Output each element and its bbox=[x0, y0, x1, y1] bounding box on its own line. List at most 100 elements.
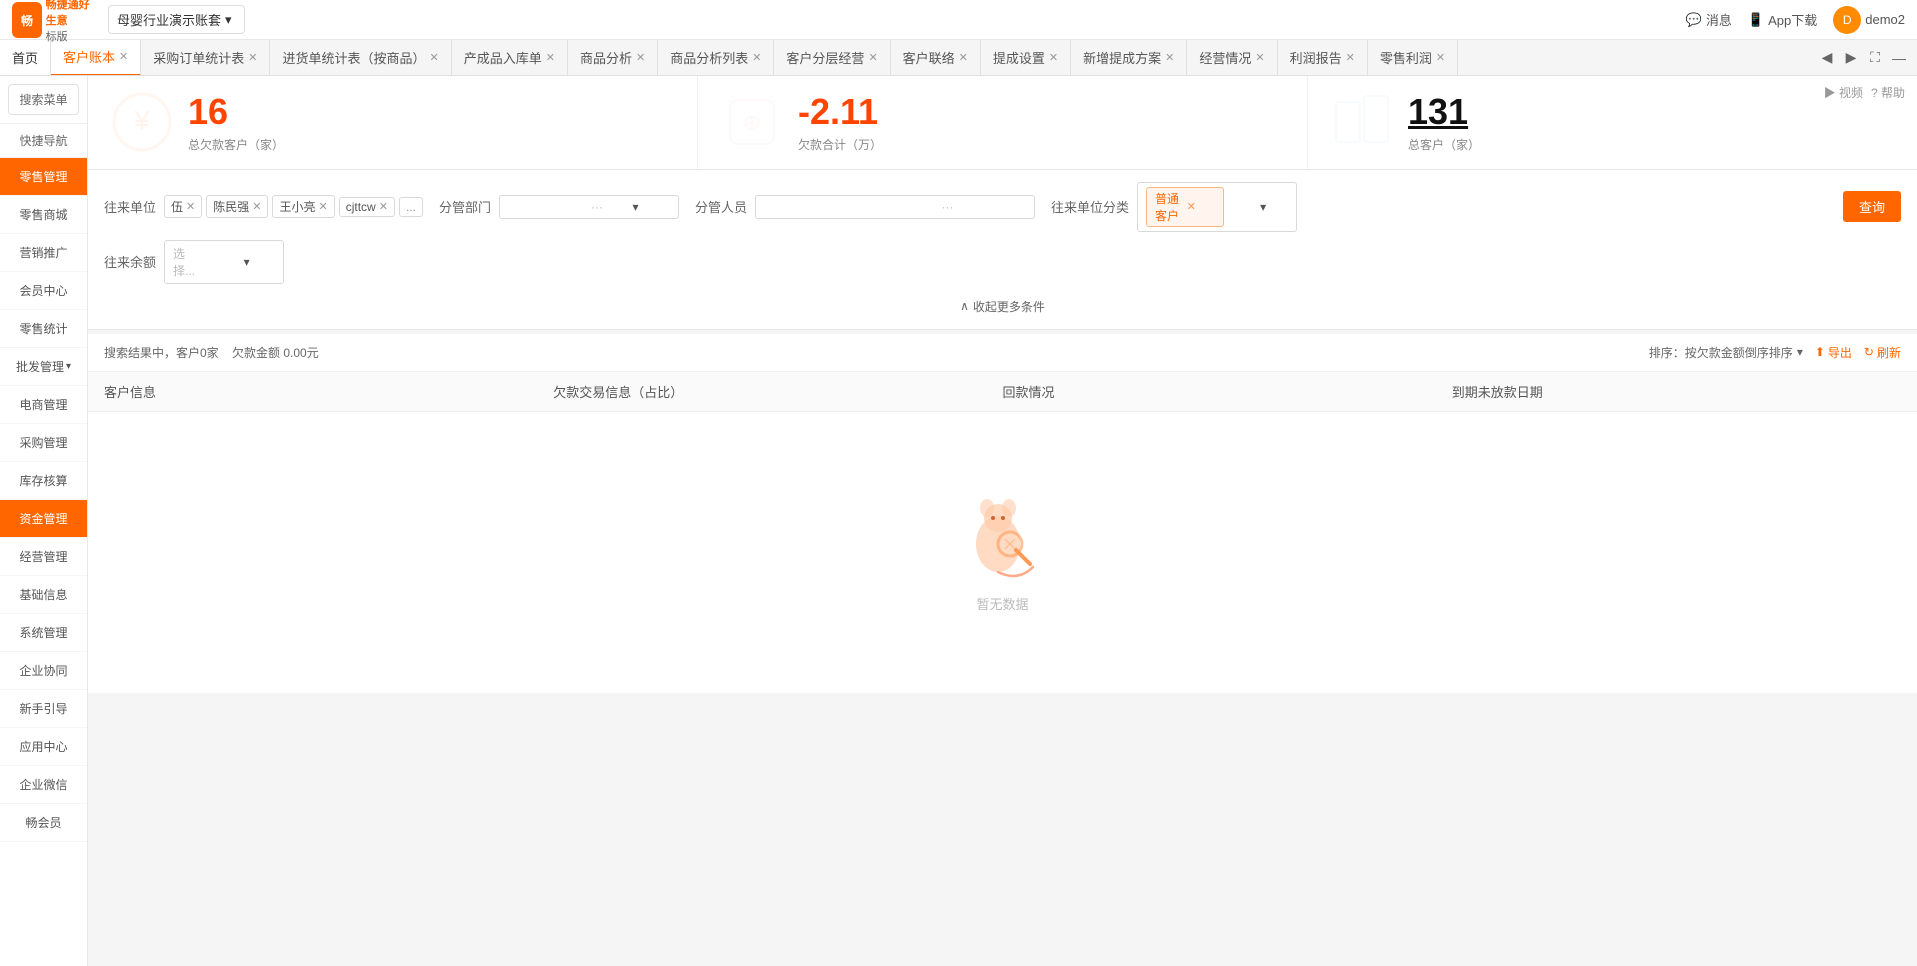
col-repay-info: 回款情况 bbox=[1003, 382, 1452, 401]
tab-product-analysis-list-close[interactable]: ✕ bbox=[752, 51, 761, 64]
logo-icon: 畅 bbox=[12, 2, 42, 38]
sidebar-item-enterprise-wechat[interactable]: 企业微信 bbox=[0, 766, 87, 804]
sidebar-item-retail-mall[interactable]: 零售商城 bbox=[0, 196, 87, 234]
tab-product-analysis[interactable]: 商品分析 ✕ bbox=[568, 40, 658, 76]
sidebar-item-vip-member[interactable]: 畅会员 bbox=[0, 804, 87, 842]
account-selector[interactable]: 母婴行业演示账套 ▾ bbox=[108, 5, 245, 34]
tab-profit-report-close[interactable]: ✕ bbox=[1346, 51, 1355, 64]
sidebar-item-app-center[interactable]: 应用中心 bbox=[0, 728, 87, 766]
quick-nav-btn[interactable]: 快捷导航 bbox=[0, 124, 87, 158]
dept-label: 分管部门 bbox=[439, 197, 491, 216]
sidebar-item-capital-mgmt[interactable]: 资金管理 bbox=[0, 500, 87, 538]
tab-customer-segment-close[interactable]: ✕ bbox=[868, 51, 877, 64]
stat-card-debt: ⊕ -2.11 欠款合计（万） bbox=[698, 76, 1308, 169]
tab-scroll-right[interactable]: ▶ bbox=[1841, 48, 1861, 68]
sidebar-item-member-center[interactable]: 会员中心 bbox=[0, 272, 87, 310]
empty-illustration bbox=[958, 492, 1048, 582]
dept-select[interactable]: ··· ▾ bbox=[499, 195, 679, 219]
sidebar: 搜索菜单 快捷导航 零售管理 零售商城 营销推广 会员中心 零售统计 批发管理 … bbox=[0, 76, 88, 966]
app-download-btn[interactable]: 📱 App下载 bbox=[1748, 10, 1817, 29]
unit-class-label: 往来单位分类 bbox=[1051, 197, 1129, 216]
tab-mention-settings-close[interactable]: ✕ bbox=[1049, 51, 1058, 64]
tab-customer-contact-close[interactable]: ✕ bbox=[959, 51, 968, 64]
sidebar-item-retail-stats[interactable]: 零售统计 bbox=[0, 310, 87, 348]
tab-operation-close[interactable]: ✕ bbox=[1255, 51, 1264, 64]
tab-new-mention-plan[interactable]: 新增提成方案 ✕ bbox=[1071, 40, 1187, 76]
sidebar-item-enterprise-coop[interactable]: 企业协同 bbox=[0, 652, 87, 690]
tab-product-inbound[interactable]: 产成品入库单 ✕ bbox=[452, 40, 568, 76]
tab-customer-segment[interactable]: 客户分层经营 ✕ bbox=[774, 40, 890, 76]
sidebar-item-purchase-mgmt[interactable]: 采购管理 bbox=[0, 424, 87, 462]
remove-normal-customer-tag[interactable]: ✕ bbox=[1187, 200, 1216, 213]
tab-retail-profit-close[interactable]: ✕ bbox=[1436, 51, 1445, 64]
more-tags-btn[interactable]: ... bbox=[399, 197, 423, 217]
sidebar-item-basic-info[interactable]: 基础信息 bbox=[0, 576, 87, 614]
stat-icon-total-customers bbox=[1332, 92, 1392, 152]
tab-purchase-order-stats[interactable]: 采购订单统计表 ✕ bbox=[141, 40, 270, 76]
tab-profit-report[interactable]: 利润报告 ✕ bbox=[1278, 40, 1368, 76]
help-link[interactable]: ? 帮助 bbox=[1871, 84, 1905, 101]
sidebar-item-batch-mgmt[interactable]: 批发管理 ▾ bbox=[0, 348, 87, 386]
tab-new-mention-plan-close[interactable]: ✕ bbox=[1165, 51, 1174, 64]
remove-wangxiaoliang-tag[interactable]: ✕ bbox=[319, 200, 328, 213]
sidebar-item-ecommerce-mgmt[interactable]: 电商管理 bbox=[0, 386, 87, 424]
person-select[interactable]: ··· bbox=[755, 195, 1035, 219]
tab-scroll-left[interactable]: ◀ bbox=[1817, 48, 1837, 68]
tab-product-analysis-close[interactable]: ✕ bbox=[636, 51, 645, 64]
tab-customer-account[interactable]: 客户账本 ✕ bbox=[51, 40, 141, 76]
message-btn[interactable]: 💬 消息 bbox=[1686, 10, 1732, 29]
dept-more-icon: ··· bbox=[591, 200, 629, 214]
tab-product-analysis-list[interactable]: 商品分析列表 ✕ bbox=[658, 40, 774, 76]
sort-selector[interactable]: 排序：按欠款金额倒序排序 ▾ bbox=[1649, 344, 1803, 361]
remove-cjttcw-tag[interactable]: ✕ bbox=[379, 200, 388, 213]
user-profile[interactable]: D demo2 bbox=[1833, 6, 1905, 34]
tab-operation-status[interactable]: 经营情况 ✕ bbox=[1187, 40, 1277, 76]
tab-maximize[interactable]: ⛶ bbox=[1865, 48, 1885, 68]
stat-value-customers: 16 bbox=[188, 92, 673, 132]
tab-product-inbound-close[interactable]: ✕ bbox=[546, 51, 555, 64]
nav-tabs: 首页 客户账本 ✕ 采购订单统计表 ✕ 进货单统计表（按商品） ✕ 产成品入库单… bbox=[0, 40, 1917, 76]
tab-purchase-order-close[interactable]: ✕ bbox=[248, 51, 257, 64]
filter-area: 往来单位 伍 ✕ 陈民强 ✕ 王小亮 ✕ cjttcw bbox=[88, 170, 1917, 330]
query-btn[interactable]: 查询 bbox=[1843, 191, 1901, 222]
sidebar-search-area: 搜索菜单 bbox=[0, 76, 87, 124]
sidebar-item-marketing[interactable]: 营销推广 bbox=[0, 234, 87, 272]
col-debt-info: 欠款交易信息（占比） bbox=[553, 382, 1002, 401]
filter-row-2: 往来余额 选择... ▾ bbox=[104, 240, 1901, 284]
col-due-date: 到期未放款日期 bbox=[1452, 382, 1901, 401]
tab-inbound-stats[interactable]: 进货单统计表（按商品） ✕ bbox=[270, 40, 451, 76]
main-layout: 搜索菜单 快捷导航 零售管理 零售商城 营销推广 会员中心 零售统计 批发管理 … bbox=[0, 76, 1917, 966]
refresh-icon: ↻ bbox=[1864, 345, 1874, 359]
remove-chenminqiang-tag[interactable]: ✕ bbox=[252, 200, 261, 213]
tab-customer-account-close[interactable]: ✕ bbox=[119, 50, 128, 63]
balance-select[interactable]: 选择... ▾ bbox=[164, 240, 284, 284]
export-btn[interactable]: ⬆ 导出 bbox=[1815, 344, 1852, 361]
tab-product-analysis-list-label: 商品分析列表 bbox=[670, 48, 748, 67]
stat-label-customers: 总欠款客户（家） bbox=[188, 136, 673, 153]
sidebar-item-inventory-check[interactable]: 库存核算 bbox=[0, 462, 87, 500]
balance-placeholder: 选择... bbox=[173, 245, 204, 279]
remove-wu-tag[interactable]: ✕ bbox=[186, 200, 195, 213]
table-area: 搜索结果中，客户0家 欠款金额 0.00元 排序：按欠款金额倒序排序 ▾ ⬆ 导… bbox=[88, 334, 1917, 693]
tab-minimize[interactable]: — bbox=[1889, 48, 1909, 68]
sidebar-item-operation-mgmt[interactable]: 经营管理 bbox=[0, 538, 87, 576]
search-menu-btn[interactable]: 搜索菜单 bbox=[8, 84, 79, 115]
tab-inbound-close[interactable]: ✕ bbox=[430, 51, 439, 64]
chevron-icon: ▾ bbox=[66, 361, 71, 372]
refresh-btn[interactable]: ↻ 刷新 bbox=[1864, 344, 1901, 361]
video-link[interactable]: ▶ 视频 bbox=[1824, 84, 1863, 101]
tab-retail-profit-label: 零售利润 bbox=[1380, 48, 1432, 67]
filter-row-1: 往来单位 伍 ✕ 陈民强 ✕ 王小亮 ✕ cjttcw bbox=[104, 182, 1901, 232]
collapse-btn[interactable]: ∧ 收起更多条件 bbox=[104, 292, 1901, 317]
sidebar-item-system-mgmt[interactable]: 系统管理 bbox=[0, 614, 87, 652]
tab-mention-settings[interactable]: 提成设置 ✕ bbox=[981, 40, 1071, 76]
tab-retail-profit[interactable]: 零售利润 ✕ bbox=[1368, 40, 1458, 76]
sort-label: 排序：按欠款金额倒序排序 bbox=[1649, 344, 1793, 361]
message-label: 消息 bbox=[1706, 10, 1732, 29]
sidebar-item-retail-mgmt[interactable]: 零售管理 bbox=[0, 158, 87, 196]
unit-class-select[interactable]: 普通客户 ✕ ▾ bbox=[1137, 182, 1297, 232]
tab-home[interactable]: 首页 bbox=[0, 40, 51, 76]
tab-customer-contact-label: 客户联络 bbox=[903, 48, 955, 67]
sidebar-item-new-user-guide[interactable]: 新手引导 bbox=[0, 690, 87, 728]
tab-customer-contact[interactable]: 客户联络 ✕ bbox=[891, 40, 981, 76]
